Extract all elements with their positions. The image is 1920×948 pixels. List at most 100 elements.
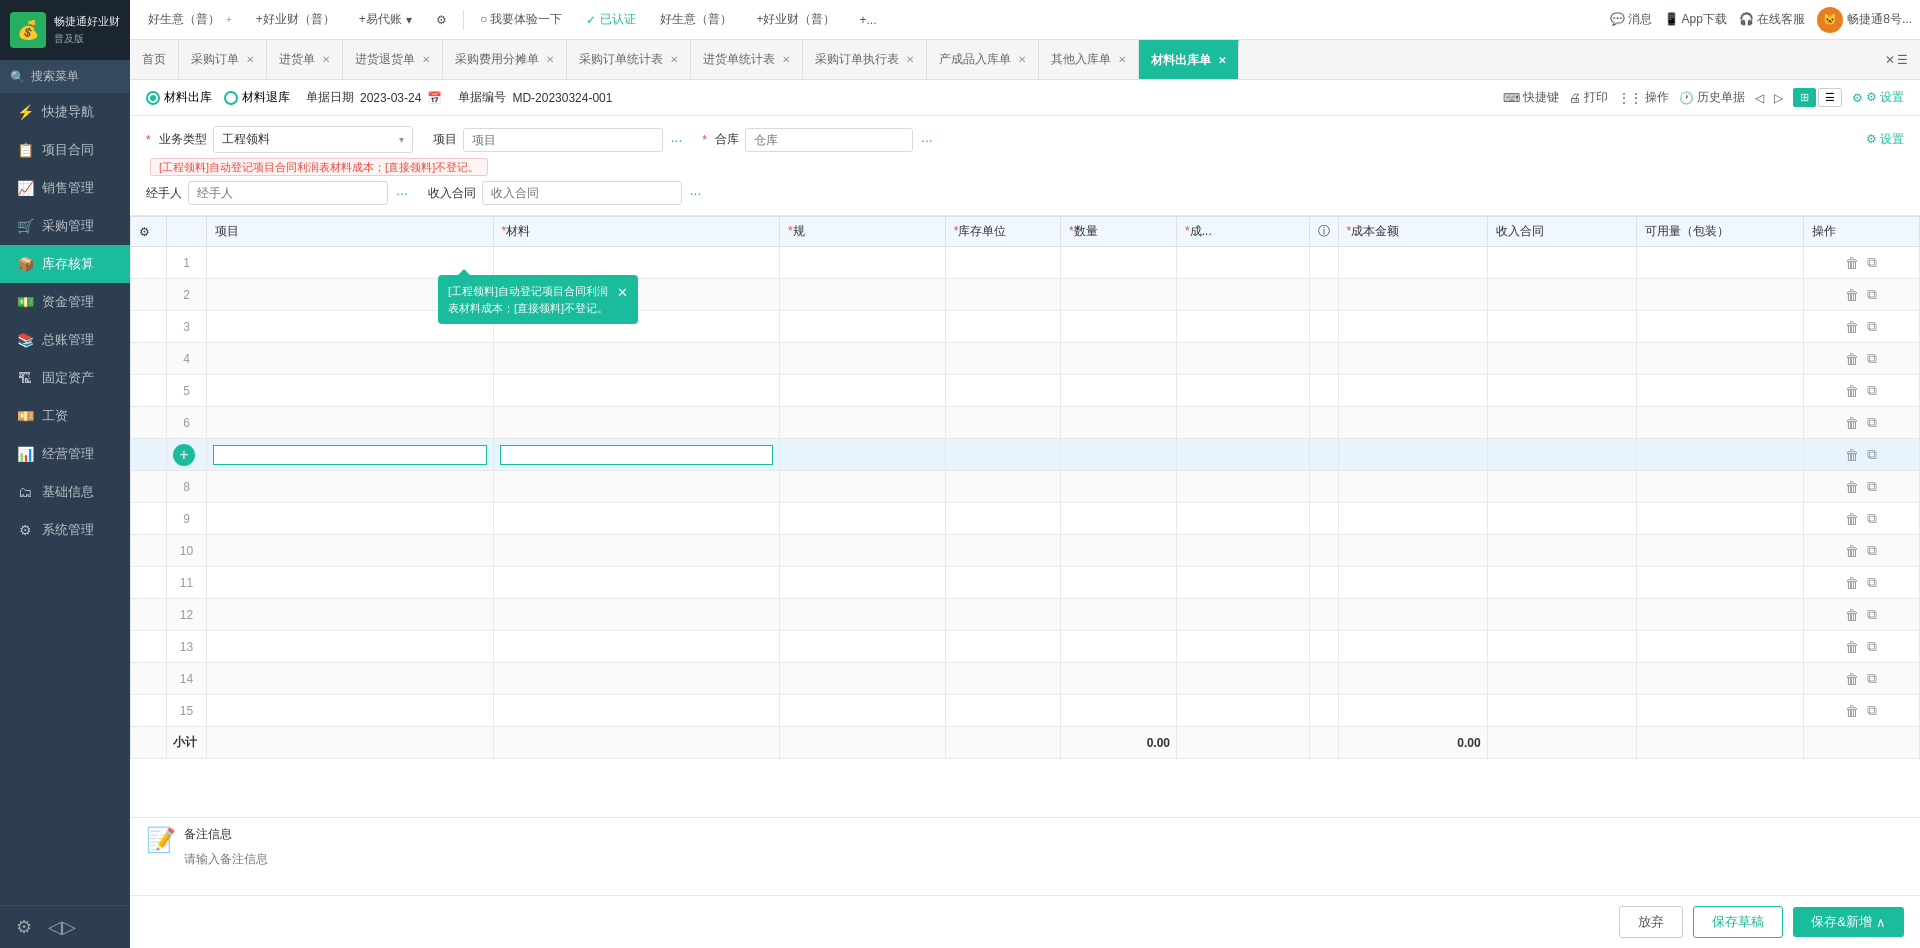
col-material-cell[interactable] — [493, 695, 780, 727]
topbar-settings-btn[interactable]: ⚙ — [426, 9, 457, 31]
biz-type-select[interactable]: 工程领料 ▾ — [213, 126, 413, 153]
copy-row-btn[interactable]: ⧉ — [1865, 284, 1879, 305]
tab-other-instock[interactable]: 其他入库单 ✕ — [1039, 40, 1139, 80]
col-cost-info-cell[interactable] — [1309, 279, 1338, 311]
col-spec-cell[interactable] — [780, 247, 946, 279]
col-project-cell[interactable] — [207, 375, 494, 407]
col-cost-info-cell[interactable] — [1309, 311, 1338, 343]
col-cost-info-cell[interactable] — [1309, 567, 1338, 599]
delete-row-btn[interactable]: 🗑 — [1843, 541, 1861, 561]
col-cost-cell[interactable] — [1177, 407, 1310, 439]
col-unit-cell[interactable] — [945, 279, 1060, 311]
topbar-more[interactable]: +... — [849, 9, 886, 31]
tab-purchase-stats[interactable]: 采购订单统计表 ✕ — [567, 40, 691, 80]
copy-row-btn[interactable]: ⧉ — [1865, 668, 1879, 689]
income-contract-dots-btn[interactable]: ··· — [690, 185, 702, 201]
sidebar-item-base[interactable]: 🗂 基础信息 — [0, 473, 130, 511]
col-cost-info-cell[interactable] — [1309, 343, 1338, 375]
col-cost-amt-cell[interactable] — [1338, 439, 1487, 471]
col-qty-cell[interactable] — [1061, 695, 1177, 727]
col-cost-amt-cell[interactable] — [1338, 311, 1487, 343]
col-cost-info-cell[interactable] — [1309, 375, 1338, 407]
prev-btn[interactable]: ◁ — [1755, 91, 1764, 105]
col-cost-amt-cell[interactable] — [1338, 375, 1487, 407]
sidebar-collapse-btn[interactable]: ◁▷ — [48, 916, 76, 938]
col-cost-amt-cell[interactable] — [1338, 631, 1487, 663]
sidebar-item-system[interactable]: ⚙ 系统管理 — [0, 511, 130, 549]
col-spec-cell[interactable] — [780, 567, 946, 599]
delete-row-btn[interactable]: 🗑 — [1843, 317, 1861, 337]
delete-row-btn[interactable]: 🗑 — [1843, 637, 1861, 657]
col-cost-amt-cell[interactable] — [1338, 567, 1487, 599]
col-unit-cell[interactable] — [945, 535, 1060, 567]
sidebar-item-finance[interactable]: 💵 资金管理 — [0, 283, 130, 321]
topbar-experience[interactable]: ○ 我要体验一下 — [470, 7, 573, 32]
col-cost-cell[interactable] — [1177, 599, 1310, 631]
col-unit-cell[interactable] — [945, 311, 1060, 343]
calendar-icon[interactable]: 📅 — [427, 91, 442, 105]
tab-product-instock[interactable]: 产成品入库单 ✕ — [927, 40, 1039, 80]
col-material-cell[interactable] — [493, 471, 780, 503]
tab-purchase-exec[interactable]: 采购订单执行表 ✕ — [803, 40, 927, 80]
next-btn[interactable]: ▷ — [1774, 91, 1783, 105]
col-avail-cell[interactable] — [1636, 471, 1803, 503]
col-project-cell[interactable] — [207, 663, 494, 695]
col-cost-amt-cell[interactable] — [1338, 695, 1487, 727]
tab-close-icon[interactable]: ✕ — [546, 54, 554, 65]
online-service-btn[interactable]: 🎧 在线客服 — [1739, 11, 1805, 28]
col-qty-cell[interactable] — [1061, 407, 1177, 439]
col-contract-cell[interactable] — [1487, 695, 1636, 727]
col-cost-cell[interactable] — [1177, 471, 1310, 503]
tab-close-icon[interactable]: ✕ — [322, 54, 330, 65]
col-cost-amt-cell[interactable] — [1338, 535, 1487, 567]
col-material-cell[interactable] — [493, 343, 780, 375]
sidebar-item-sales[interactable]: 📈 销售管理 — [0, 169, 130, 207]
col-project-input[interactable] — [213, 445, 487, 465]
tab-material-out[interactable]: 材料出库单 ✕ — [1139, 40, 1239, 80]
topbar-good-biz[interactable]: 好生意（普） + — [138, 7, 242, 32]
copy-row-btn[interactable]: ⧉ — [1865, 412, 1879, 433]
col-material-cell[interactable] — [493, 407, 780, 439]
col-avail-cell[interactable] — [1636, 567, 1803, 599]
warehouse-dots-btn[interactable]: ··· — [921, 132, 933, 148]
delete-row-btn[interactable]: 🗑 — [1843, 381, 1861, 401]
list-view-btn[interactable]: ☰ — [1818, 88, 1842, 107]
sidebar-item-accounting[interactable]: 📚 总账管理 — [0, 321, 130, 359]
col-cost-amt-cell[interactable] — [1338, 503, 1487, 535]
agent-dots-btn[interactable]: ··· — [396, 185, 408, 201]
col-avail-cell[interactable] — [1636, 247, 1803, 279]
col-avail-cell[interactable] — [1636, 695, 1803, 727]
col-unit-cell[interactable] — [945, 247, 1060, 279]
col-cost-info-cell[interactable] — [1309, 695, 1338, 727]
col-qty-cell[interactable] — [1061, 599, 1177, 631]
tab-close-icon[interactable]: ✕ — [246, 54, 254, 65]
col-cost-info-cell[interactable] — [1309, 663, 1338, 695]
delete-row-btn[interactable]: 🗑 — [1843, 509, 1861, 529]
delete-row-btn[interactable]: 🗑 — [1843, 477, 1861, 497]
col-avail-cell[interactable] — [1636, 535, 1803, 567]
col-qty-cell[interactable] — [1061, 311, 1177, 343]
col-project-cell[interactable] — [207, 407, 494, 439]
delete-row-btn[interactable]: 🗑 — [1843, 669, 1861, 689]
col-contract-cell[interactable] — [1487, 375, 1636, 407]
topbar-good-biz2[interactable]: 好生意（普） — [650, 7, 742, 32]
copy-row-btn[interactable]: ⧉ — [1865, 380, 1879, 401]
col-cost-info-cell[interactable] — [1309, 599, 1338, 631]
topbar-easy-agent[interactable]: +易代账 ▾ — [349, 7, 422, 32]
add-row-button[interactable]: + — [173, 444, 195, 466]
col-spec-cell[interactable] — [780, 311, 946, 343]
col-spec-cell[interactable] — [780, 663, 946, 695]
col-unit-cell[interactable] — [945, 663, 1060, 695]
delete-row-btn[interactable]: 🗑 — [1843, 253, 1861, 273]
col-unit-cell[interactable] — [945, 695, 1060, 727]
tab-purchase-order[interactable]: 采购订单 ✕ — [179, 40, 267, 80]
col-cost-amt-cell[interactable] — [1338, 247, 1487, 279]
tab-close-icon[interactable]: ✕ — [782, 54, 790, 65]
sidebar-item-quick-nav[interactable]: ⚡ 快捷导航 — [0, 93, 130, 131]
col-cost-info-cell[interactable] — [1309, 439, 1338, 471]
col-project-cell[interactable] — [207, 695, 494, 727]
col-contract-cell[interactable] — [1487, 631, 1636, 663]
delete-row-btn[interactable]: 🗑 — [1843, 285, 1861, 305]
tab-close-icon[interactable]: ✕ — [422, 54, 430, 65]
agent-input[interactable] — [188, 181, 388, 205]
